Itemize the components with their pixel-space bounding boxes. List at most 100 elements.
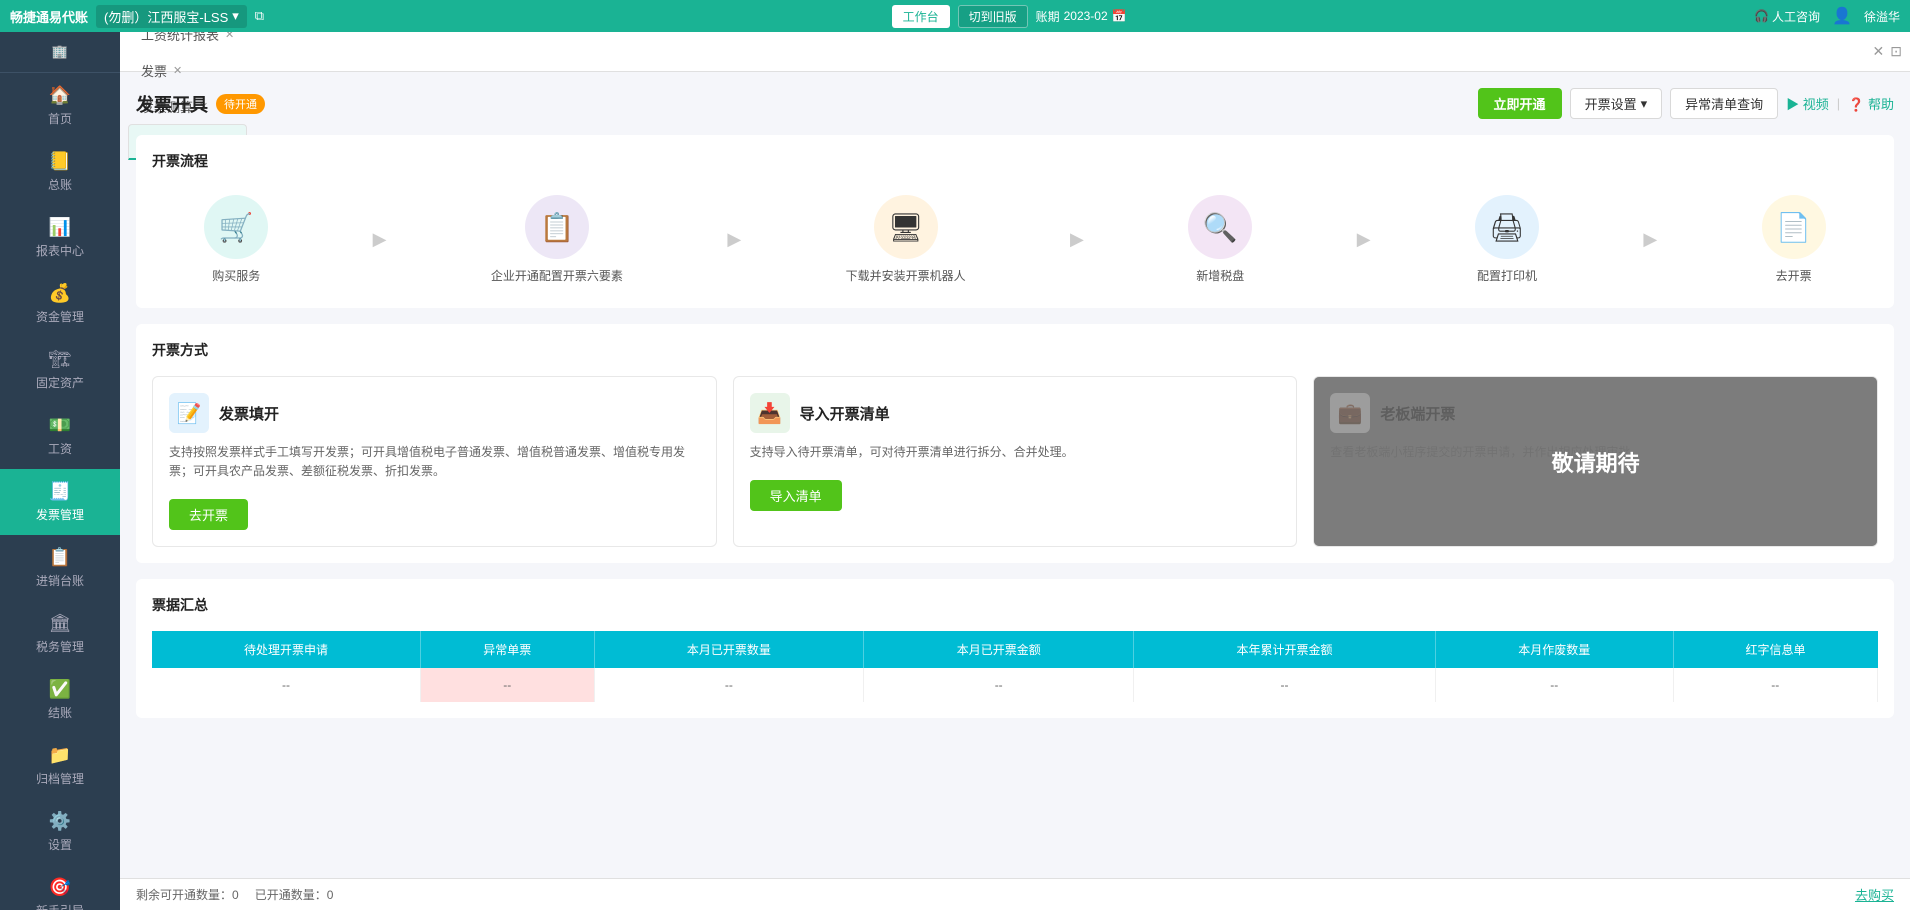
sidebar-item-guide[interactable]: 🎯新手引导 <box>0 865 120 910</box>
sidebar-label: 工资 <box>48 440 72 457</box>
close-tab-button[interactable]: ✕ <box>1873 43 1885 60</box>
process-step-make-invoice[interactable]: 📄 去开票 <box>1762 195 1826 284</box>
summary-table: 待处理开票申请异常单票本月已开票数量本月已开票金额本年累计开票金额本月作废数量红… <box>152 631 1878 702</box>
method-header: 📥 导入开票清单 <box>750 393 1281 433</box>
page-content: 发票开具 待开通 立即开通 开票设置 ▾ 异常清单查询 ▶ 视频 | <box>120 72 1910 878</box>
bottom-bar: 剩余可开通数量：0 已开通数量：0 去购买 <box>120 878 1910 910</box>
method-card-boss: 💼 老板端开票 查看老板端小程序提交的开票申请，并作出相应处理审批。 敬请期待 <box>1313 376 1878 547</box>
add-taxdisk-icon: 🔍 <box>1188 195 1252 259</box>
method-title: 导入开票清单 <box>800 403 890 424</box>
sidebar-item-funds[interactable]: 💰资金管理 <box>0 271 120 337</box>
assets-icon: 🏗 <box>49 349 72 370</box>
sidebar-item-invoice[interactable]: 🧾发票管理 <box>0 469 120 535</box>
method-action-button[interactable]: 去开票 <box>169 499 248 530</box>
process-section: 开票流程 🛒 购买服务 ▶ 📋 企业开通配置开票六要素 ▶ 🖥 下载并安装开票机… <box>136 135 1894 308</box>
workspace-button[interactable]: 工作台 <box>892 5 950 28</box>
summary-cell-6: -- <box>1673 668 1877 702</box>
sidebar-label: 报表中心 <box>36 242 84 259</box>
company-name: (勿删）江西服宝-LSS <box>104 7 228 26</box>
open-settings-button[interactable]: 开票设置 ▾ <box>1570 88 1663 119</box>
methods-section-title: 开票方式 <box>152 340 1878 360</box>
sidebar-item-assets[interactable]: 🏗 固定资产 <box>0 337 120 403</box>
process-step-add-taxdisk[interactable]: 🔍 新增税盘 <box>1188 195 1252 284</box>
help-icon: ❓ <box>1848 97 1864 112</box>
summary-col-1: 异常单票 <box>420 631 594 668</box>
sidebar-item-tax[interactable]: 🏛 税务管理 <box>0 601 120 667</box>
sidebar-label: 固定资产 <box>36 374 84 391</box>
process-step-config-printer[interactable]: 🖨 配置打印机 <box>1475 195 1539 284</box>
top-bar-actions: 工作台 切到旧版 账期 2023-02 📅 <box>892 5 1127 28</box>
sidebar-item-settings[interactable]: ⚙️设置 <box>0 799 120 865</box>
sidebar-item-home[interactable]: 🏠 首页 <box>0 73 120 139</box>
restore-tab-button[interactable]: ⊡ <box>1890 43 1902 60</box>
support-link[interactable]: 🎧 人工咨询 <box>1754 8 1820 25</box>
video-button[interactable]: ▶ 视频 <box>1786 94 1829 113</box>
calendar-icon[interactable]: 📅 <box>1112 9 1127 23</box>
purchase-icon: 📋 <box>49 547 71 568</box>
salary-icon: 💵 <box>49 415 71 436</box>
process-step-enterprise-setup[interactable]: 📋 企业开通配置开票六要素 <box>491 195 623 284</box>
sidebar-label: 税务管理 <box>36 638 84 655</box>
sidebar-item-salary[interactable]: 💵 工资 <box>0 403 120 469</box>
process-label: 新增税盘 <box>1196 267 1244 284</box>
company-selector[interactable]: (勿删）江西服宝-LSS ▾ <box>96 5 247 28</box>
process-step-buy-service[interactable]: 🛒 购买服务 <box>204 195 268 284</box>
enterprise-setup-icon: 📋 <box>525 195 589 259</box>
page-title-row: 发票开具 待开通 <box>136 91 265 117</box>
method-action-button[interactable]: 导入清单 <box>750 480 842 511</box>
copy-icon[interactable]: ⧉ <box>255 8 264 24</box>
methods-row: 📝 发票填开 支持按照发票样式手工填写开发票；可开具增值税电子普通发票、增值税普… <box>152 376 1878 547</box>
config-printer-icon: 🖨 <box>1475 195 1539 259</box>
sidebar-item-archive[interactable]: 📁归档管理 <box>0 733 120 799</box>
help-button[interactable]: ❓ 帮助 <box>1848 94 1894 113</box>
sidebar-label: 总账 <box>48 176 72 193</box>
summary-col-0: 待处理开票申请 <box>152 631 420 668</box>
summary-col-2: 本月已开票数量 <box>594 631 864 668</box>
summary-cell-0: -- <box>152 668 420 702</box>
period-selector[interactable]: 账期 2023-02 📅 <box>1036 8 1127 25</box>
app-logo: 畅捷通易代账 <box>10 7 88 26</box>
summary-cell-4: -- <box>1134 668 1436 702</box>
tab-close-icon[interactable]: ✕ <box>225 32 234 41</box>
home-icon: 🏠 <box>49 85 71 106</box>
process-step-download-robot[interactable]: 🖥 下载并安装开票机器人 <box>846 195 966 284</box>
summary-cell-2: -- <box>594 668 864 702</box>
tab-bar-actions: ✕ ⊡ <box>1873 43 1902 60</box>
method-desc: 支持按照发票样式手工填写开发票；可开具增值税电子普通发票、增值税普通发票、增值税… <box>169 443 700 481</box>
content-area: 首页工资表✕工资统计报表✕发票✕发票测算✕发票开具✕ ✕ ⊡ 发票开具 待开通 … <box>120 32 1910 910</box>
summary-col-6: 红字信息单 <box>1673 631 1877 668</box>
remaining-count: 剩余可开通数量：0 <box>136 886 239 903</box>
sidebar-label: 结账 <box>48 704 72 721</box>
buy-link[interactable]: 去购买 <box>1855 885 1894 904</box>
summary-col-4: 本年累计开票金额 <box>1134 631 1436 668</box>
sidebar-item-ledger[interactable]: 📒总账 <box>0 139 120 205</box>
method-card-import: 📥 导入开票清单 支持导入待开票清单，可对待开票清单进行拆分、合并处理。 导入清… <box>733 376 1298 547</box>
abnormal-query-button[interactable]: 异常清单查询 <box>1670 88 1778 119</box>
method-header: 💼 老板端开票 <box>1330 393 1861 433</box>
sidebar-item-settlement[interactable]: ✅结账 <box>0 667 120 733</box>
process-label: 配置打印机 <box>1477 267 1537 284</box>
sidebar-label: 首页 <box>48 110 72 127</box>
guide-icon: 🎯 <box>49 877 71 898</box>
process-label: 下载并安装开票机器人 <box>846 267 966 284</box>
top-bar: 畅捷通易代账 (勿删）江西服宝-LSS ▾ ⧉ 工作台 切到旧版 账期 2023… <box>0 0 1910 32</box>
tax-icon: 🏛 <box>49 613 72 634</box>
page-header: 发票开具 待开通 立即开通 开票设置 ▾ 异常清单查询 ▶ 视频 | <box>136 88 1894 119</box>
sidebar-label: 资金管理 <box>36 308 84 325</box>
user-name: 徐溢华 <box>1864 8 1900 25</box>
archive-icon: 📁 <box>49 745 71 766</box>
old-version-button[interactable]: 切到旧版 <box>958 5 1028 28</box>
sidebar-item-reports[interactable]: 📊报表中心 <box>0 205 120 271</box>
download-robot-icon: 🖥 <box>874 195 938 259</box>
summary-col-3: 本月已开票金额 <box>864 631 1134 668</box>
tab-payroll-report[interactable]: 工资统计报表✕ <box>128 32 247 52</box>
top-bar-left: 畅捷通易代账 (勿删）江西服宝-LSS ▾ ⧉ <box>10 5 264 28</box>
overlay-text: 敬请期待 <box>1552 446 1640 478</box>
open-now-button[interactable]: 立即开通 <box>1478 88 1562 119</box>
summary-cell-3: -- <box>864 668 1134 702</box>
sidebar-label: 设置 <box>48 836 72 853</box>
play-icon: ▶ <box>1786 97 1799 112</box>
process-label: 企业开通配置开票六要素 <box>491 267 623 284</box>
sidebar-item-purchase[interactable]: 📋进销台账 <box>0 535 120 601</box>
manual-method-icon: 📝 <box>169 393 209 433</box>
